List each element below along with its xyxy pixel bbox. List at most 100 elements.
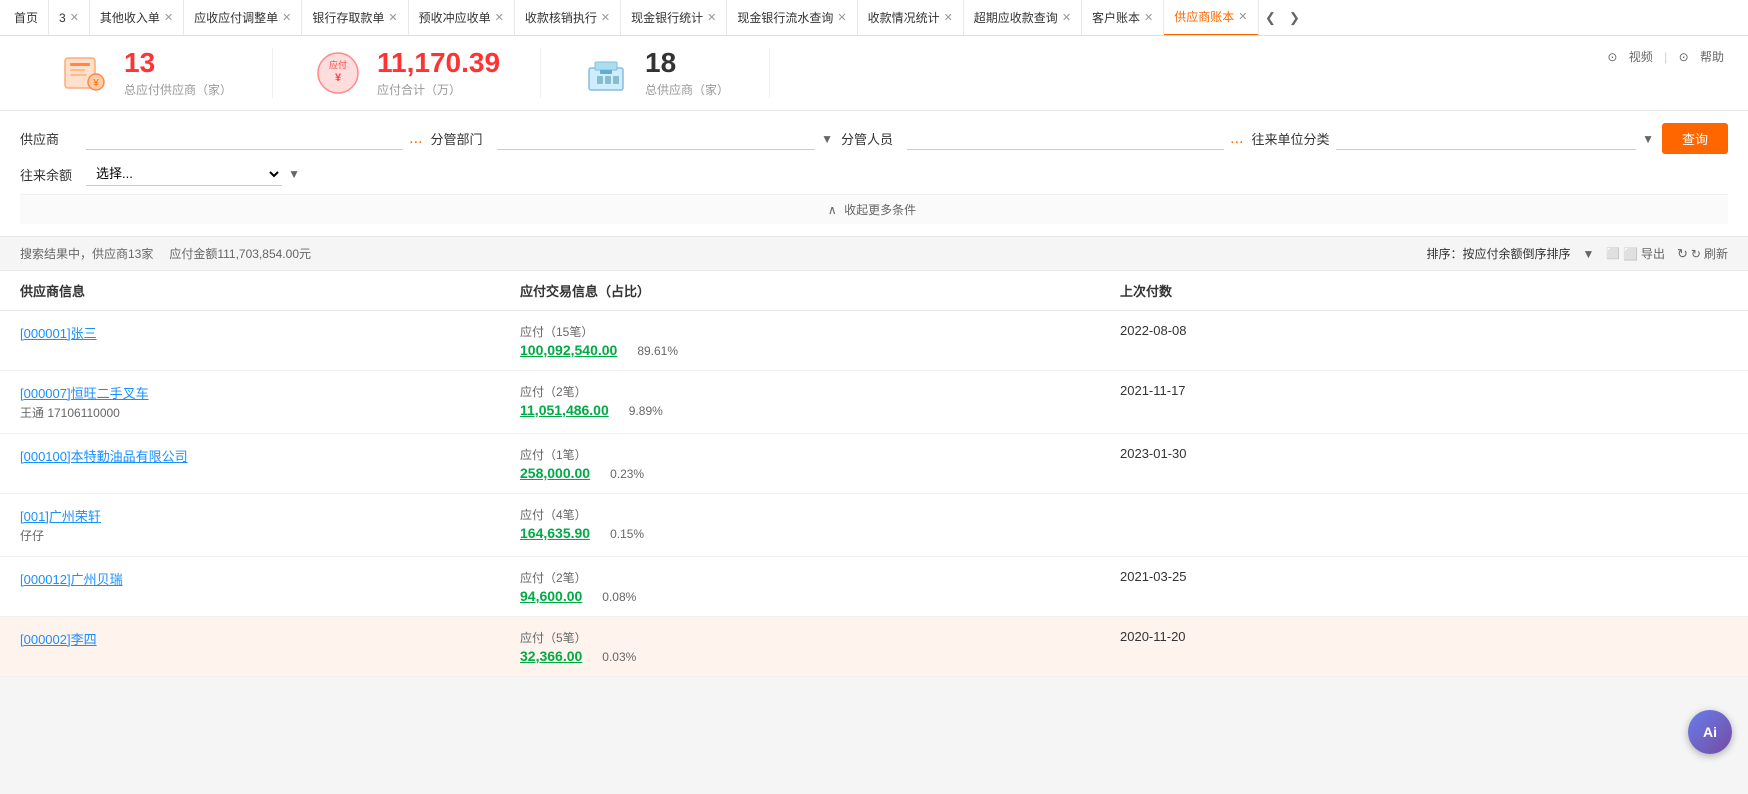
result-actions: 排序：按应付余额倒序排序 ▼ ⬜ 导出 ↻ 刷新 (1426, 245, 1728, 262)
ai-assistant-button[interactable]: Ai (1688, 710, 1732, 754)
tx-row-4: 164,635.90 0.15% (520, 525, 1120, 541)
filter-area: 供应商 ... 分管部门 ▼ 分管人员 ... 往来单位分类 ▼ 查询 (0, 111, 1748, 237)
close-receipt-verify[interactable]: ✕ (601, 11, 610, 24)
total-supplier-icon (581, 48, 631, 98)
supplier-link-4[interactable]: [001]广州荣轩 (20, 506, 520, 525)
circle-video-icon: ⊙ (1607, 50, 1617, 64)
last-pay-2: 2021-11-17 (1120, 383, 1728, 398)
supplier-count: 搜索结果中，供应商13家 (20, 245, 153, 262)
supplier-input[interactable] (86, 128, 403, 150)
tx-row-2: 11,051,486.00 9.89% (520, 402, 1120, 418)
last-pay-5: 2021-03-25 (1120, 569, 1728, 584)
nav-prev[interactable]: ❮ (1259, 0, 1283, 36)
nav-tab-receipt-verify[interactable]: 收款核销执行 ✕ (515, 0, 621, 36)
tx-row-6: 32,366.00 0.03% (520, 648, 1120, 664)
supplier-sub-2: 王通 17106110000 (20, 404, 520, 421)
category-input[interactable] (1336, 128, 1637, 150)
dept-dropdown-icon[interactable]: ▼ (821, 132, 833, 146)
nav-tab-receipt-stat[interactable]: 收款情况统计 ✕ (858, 0, 964, 36)
collapse-up-icon: ∧ (828, 203, 837, 217)
person-input[interactable] (907, 128, 1224, 150)
svg-text:¥: ¥ (92, 78, 99, 89)
close-ar-ap[interactable]: ✕ (282, 11, 291, 24)
balance-select[interactable]: 选择... (86, 162, 282, 186)
nav-tab-overdue[interactable]: 超期应收款查询 ✕ (964, 0, 1082, 36)
supplier-link-2[interactable]: [000007]恒旺二手叉车 (20, 383, 520, 402)
summary-bar: ¥ 13 总应付供应商（家） 应付 ¥ 11,170.39 应付合计（万） (0, 36, 1748, 111)
tx-pct-2: 9.89% (629, 404, 663, 418)
summary-text-1: 13 总应付供应商（家） (124, 49, 232, 98)
tx-info-2: 应付（2笔） 11,051,486.00 9.89% (520, 383, 1120, 418)
tx-info-5: 应付（2笔） 94,600.00 0.08% (520, 569, 1120, 604)
close-supplier[interactable]: ✕ (1238, 10, 1247, 23)
tx-amount-2[interactable]: 11,051,486.00 (520, 402, 609, 418)
export-icon: ⬜ (1623, 247, 1638, 261)
summary-label-3: 总供应商（家） (645, 81, 729, 98)
svg-text:¥: ¥ (335, 72, 342, 84)
close-cash-stat[interactable]: ✕ (707, 11, 716, 24)
category-dropdown-icon[interactable]: ▼ (1642, 132, 1654, 146)
person-dots-btn[interactable]: ... (1230, 130, 1243, 148)
dept-input[interactable] (497, 128, 816, 150)
nav-tab-cash-stat[interactable]: 现金银行统计 ✕ (621, 0, 727, 36)
table-row: [001]广州荣轩 仔仔 应付（4笔） 164,635.90 0.15% (0, 494, 1748, 557)
supplier-link-3[interactable]: [000100]本特勤油品有限公司 (20, 446, 520, 465)
col-header-last-pay: 上次付数 (1120, 281, 1728, 300)
supplier-info-5: [000012]广州贝瑞 (20, 569, 520, 588)
nav-tab-bank[interactable]: 银行存取款单 ✕ (302, 0, 408, 36)
tx-amount-5[interactable]: 94,600.00 (520, 588, 582, 604)
collapse-bar[interactable]: ∧ 收起更多条件 (20, 194, 1728, 224)
search-button[interactable]: 查询 (1662, 123, 1728, 154)
last-pay-6: 2020-11-20 (1120, 629, 1728, 644)
help-link[interactable]: 帮助 (1700, 50, 1724, 64)
close-prepay[interactable]: ✕ (495, 11, 504, 24)
video-link[interactable]: 视频 (1629, 50, 1653, 64)
close-bank[interactable]: ✕ (388, 11, 397, 24)
nav-tab-supplier[interactable]: 供应商账本 ✕ (1164, 0, 1258, 36)
tx-amount-4[interactable]: 164,635.90 (520, 525, 590, 541)
close-other-income[interactable]: ✕ (164, 11, 173, 24)
nav-tab-3[interactable]: 3 ✕ (49, 0, 90, 36)
tx-amount-3[interactable]: 258,000.00 (520, 465, 590, 481)
close-customer[interactable]: ✕ (1144, 11, 1153, 24)
export-button[interactable]: ⬜ 导出 (1606, 245, 1665, 262)
nav-tab-home[interactable]: 首页 (4, 0, 49, 36)
page-wrapper: 首页 3 ✕ 其他收入单 ✕ 应收应付调整单 ✕ 银行存取款单 ✕ 预收冲应收单… (0, 0, 1748, 794)
supplier-link-6[interactable]: [000002]李四 (20, 629, 520, 648)
close-tab-3[interactable]: ✕ (70, 11, 79, 24)
collapse-label: 收起更多条件 (844, 203, 916, 217)
nav-tab-prepay[interactable]: 预收冲应收单 ✕ (409, 0, 515, 36)
summary-number-2: 11,170.39 (377, 49, 500, 77)
sort-label: 排序：按应付余额倒序排序 (1426, 245, 1570, 262)
summary-item-1: ¥ 13 总应付供应商（家） (20, 48, 273, 98)
nav-tab-cash-flow[interactable]: 现金银行流水查询 ✕ (727, 0, 857, 36)
supplier-info-1: [000001]张三 (20, 323, 520, 342)
nav-tab-ar-ap[interactable]: 应收应付调整单 ✕ (184, 0, 302, 36)
close-cash-flow[interactable]: ✕ (837, 11, 846, 24)
tx-amount-1[interactable]: 100,092,540.00 (520, 342, 617, 358)
refresh-button[interactable]: ↻ 刷新 (1677, 245, 1728, 262)
tx-info-3: 应付（1笔） 258,000.00 0.23% (520, 446, 1120, 481)
circle-help-icon: ⊙ (1679, 50, 1689, 64)
supplier-payable-icon: ¥ (60, 48, 110, 98)
tx-amount-6[interactable]: 32,366.00 (520, 648, 582, 664)
result-info: 搜索结果中，供应商13家 应付金额111,703,854.00元 (20, 245, 311, 262)
summary-text-3: 18 总供应商（家） (645, 49, 729, 98)
nav-next[interactable]: ❯ (1283, 0, 1307, 36)
supplier-dots-btn[interactable]: ... (409, 130, 422, 148)
supplier-link-1[interactable]: [000001]张三 (20, 323, 520, 342)
close-overdue[interactable]: ✕ (1062, 11, 1071, 24)
summary-text-2: 11,170.39 应付合计（万） (377, 49, 500, 98)
table-row: [000012]广州贝瑞 应付（2笔） 94,600.00 0.08% 2021… (0, 557, 1748, 617)
nav-tab-customer[interactable]: 客户账本 ✕ (1082, 0, 1164, 36)
tx-label-3: 应付（1笔） (520, 446, 1120, 463)
tx-pct-3: 0.23% (610, 467, 644, 481)
nav-tab-other-income[interactable]: 其他收入单 ✕ (90, 0, 184, 36)
tx-label-4: 应付（4笔） (520, 506, 1120, 523)
refresh-icon: ↻ (1691, 247, 1701, 261)
supplier-link-5[interactable]: [000012]广州贝瑞 (20, 569, 520, 588)
supplier-sub-4: 仔仔 (20, 527, 520, 544)
col-header-transaction: 应付交易信息（占比） (520, 281, 1120, 300)
balance-dropdown-icon[interactable]: ▼ (288, 167, 300, 181)
close-receipt-stat[interactable]: ✕ (944, 11, 953, 24)
